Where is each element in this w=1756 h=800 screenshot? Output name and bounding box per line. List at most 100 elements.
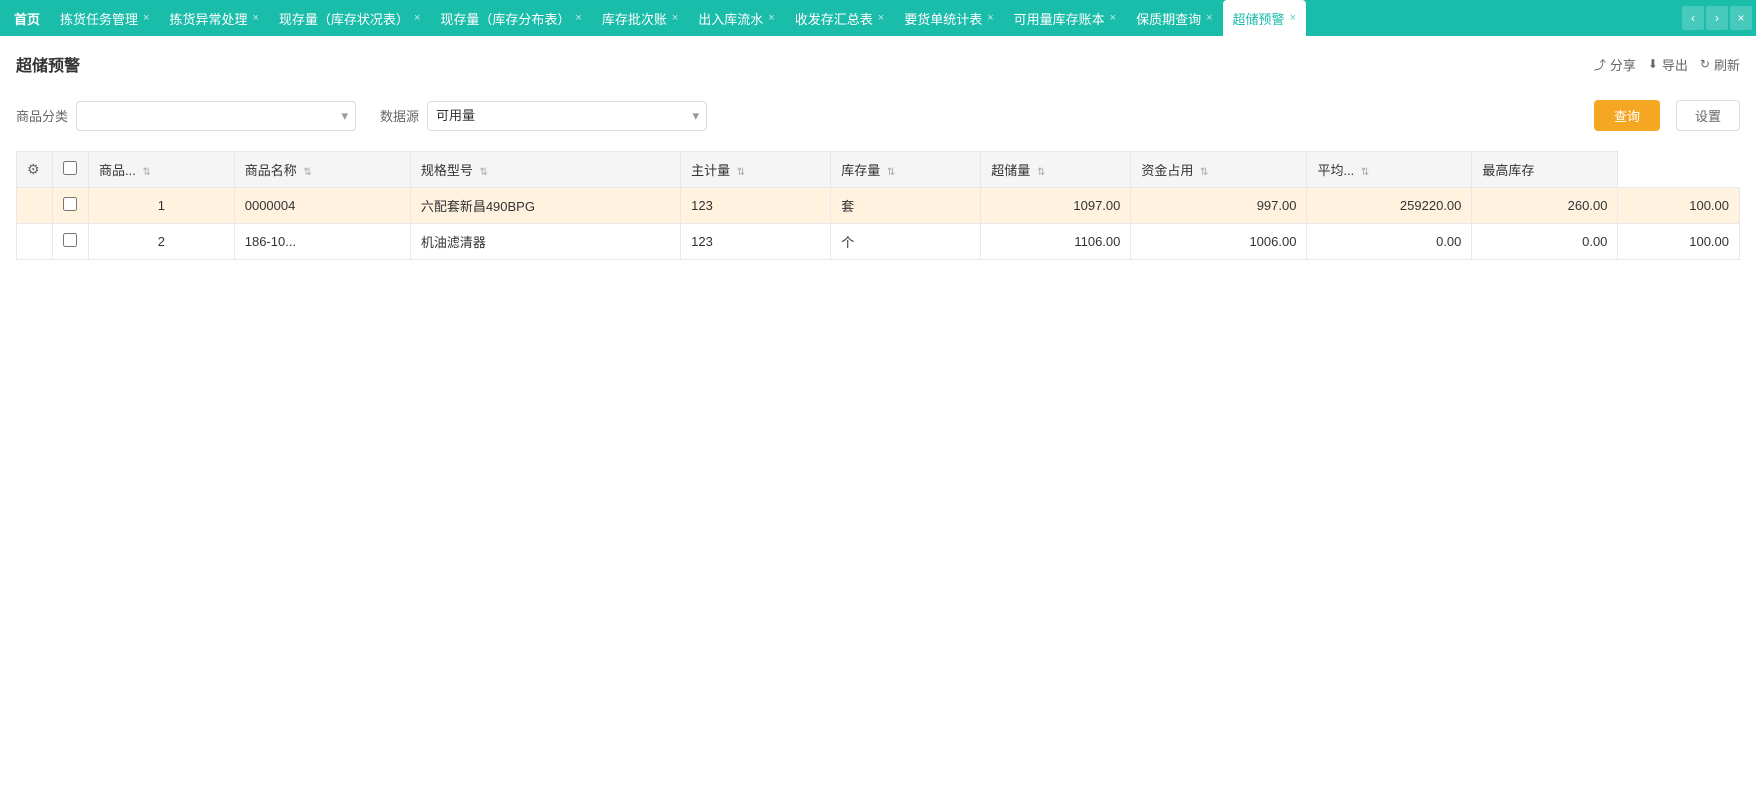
- export-label: 导出: [1662, 55, 1688, 74]
- th-product-name[interactable]: 商品名称 ⇅: [234, 152, 410, 188]
- nav-expiry[interactable]: 保质期查询 ×: [1126, 0, 1222, 36]
- td-settings[interactable]: [17, 188, 53, 224]
- nav-summary[interactable]: 收发存汇总表 ×: [785, 0, 894, 36]
- th-settings[interactable]: ⚙: [17, 152, 53, 188]
- th-max-stock-label: 最高库存: [1482, 163, 1534, 178]
- th-capital[interactable]: 资金占用 ⇅: [1131, 152, 1307, 188]
- td-capital: 0.00: [1307, 224, 1472, 260]
- nav-home[interactable]: 首页: [4, 0, 50, 36]
- th-stock-qty-label: 库存量: [841, 163, 880, 178]
- th-product-code[interactable]: 商品... ⇅: [89, 152, 235, 188]
- td-avg: 0.00: [1472, 224, 1618, 260]
- nav-exception[interactable]: 拣货异常处理 ×: [159, 0, 268, 36]
- close-overstock-icon[interactable]: ×: [1290, 12, 1296, 24]
- nav-prev-button[interactable]: ‹: [1682, 6, 1704, 30]
- settings-button[interactable]: 设置: [1676, 100, 1740, 131]
- share-button[interactable]: ⤴ 分享: [1594, 55, 1636, 74]
- td-spec: 123: [681, 188, 831, 224]
- nav-flow[interactable]: 出入库流水 ×: [688, 0, 784, 36]
- nav-order-stats[interactable]: 要货单统计表 ×: [894, 0, 1003, 36]
- share-icon: ⤴: [1594, 56, 1606, 73]
- action-buttons: 查询 设置: [1594, 100, 1740, 131]
- datasource-select[interactable]: 可用量: [427, 101, 707, 131]
- td-unit: 个: [831, 224, 981, 260]
- nav-stock-status-label: 现存量（库存状况表）: [279, 9, 409, 28]
- export-button[interactable]: ⬇ 导出: [1648, 55, 1688, 74]
- nav-arrows: ‹ › ×: [1682, 6, 1752, 30]
- th-spec-label: 规格型号: [421, 163, 473, 178]
- td-stock-qty: 1106.00: [981, 224, 1131, 260]
- refresh-label: 刷新: [1714, 55, 1740, 74]
- nav-expiry-label: 保质期查询: [1136, 9, 1201, 28]
- table-header: ⚙ 商品... ⇅ 商品名称 ⇅ 规格型号 ⇅ 主计量: [17, 152, 1740, 188]
- th-overstock-qty[interactable]: 超储量 ⇅: [981, 152, 1131, 188]
- td-product-name: 机油滤清器: [410, 224, 680, 260]
- datasource-label: 数据源: [380, 106, 419, 125]
- datasource-filter: 数据源 可用量: [380, 101, 707, 131]
- header-actions: ⤴ 分享 ⬇ 导出 ↻ 刷新: [1594, 55, 1740, 74]
- th-unit-label: 主计量: [691, 163, 730, 178]
- nav-avail[interactable]: 可用量库存账本 ×: [1004, 0, 1126, 36]
- nav-batch[interactable]: 库存批次账 ×: [592, 0, 688, 36]
- close-expiry-icon[interactable]: ×: [1206, 12, 1212, 24]
- close-stock-dist-icon[interactable]: ×: [575, 12, 581, 24]
- td-checkbox[interactable]: [53, 188, 89, 224]
- close-task-mgmt-icon[interactable]: ×: [143, 12, 149, 24]
- category-label: 商品分类: [16, 106, 68, 125]
- filter-row: 商品分类 数据源 可用量 查询 设置: [16, 92, 1740, 139]
- export-icon: ⬇: [1648, 57, 1658, 71]
- query-button[interactable]: 查询: [1594, 100, 1660, 131]
- row-checkbox[interactable]: [63, 233, 77, 247]
- td-avg: 260.00: [1472, 188, 1618, 224]
- close-exception-icon[interactable]: ×: [252, 12, 258, 24]
- nav-task-mgmt[interactable]: 拣货任务管理 ×: [50, 0, 159, 36]
- nav-stock-dist[interactable]: 现存量（库存分布表） ×: [430, 0, 591, 36]
- close-stock-status-icon[interactable]: ×: [414, 12, 420, 24]
- sort-spec-icon: ⇅: [479, 167, 487, 178]
- category-select[interactable]: [76, 101, 356, 131]
- close-flow-icon[interactable]: ×: [768, 12, 774, 24]
- nav-home-label: 首页: [14, 9, 40, 28]
- th-product-code-label: 商品...: [99, 163, 136, 178]
- th-avg[interactable]: 平均... ⇅: [1307, 152, 1472, 188]
- close-summary-icon[interactable]: ×: [878, 12, 884, 24]
- th-spec[interactable]: 规格型号 ⇅: [410, 152, 680, 188]
- sort-unit-icon: ⇅: [737, 167, 745, 178]
- th-stock-qty[interactable]: 库存量 ⇅: [831, 152, 981, 188]
- th-max-stock[interactable]: 最高库存: [1472, 152, 1618, 188]
- td-capital: 259220.00: [1307, 188, 1472, 224]
- data-table: ⚙ 商品... ⇅ 商品名称 ⇅ 规格型号 ⇅ 主计量: [16, 151, 1740, 260]
- th-checkbox[interactable]: [53, 152, 89, 188]
- close-batch-icon[interactable]: ×: [672, 12, 678, 24]
- sort-product-code-icon: ⇅: [142, 167, 150, 178]
- td-checkbox[interactable]: [53, 224, 89, 260]
- refresh-button[interactable]: ↻ 刷新: [1700, 55, 1740, 74]
- sort-overstock-qty-icon: ⇅: [1037, 167, 1045, 178]
- th-unit[interactable]: 主计量 ⇅: [681, 152, 831, 188]
- nav-order-stats-label: 要货单统计表: [904, 9, 982, 28]
- row-checkbox[interactable]: [63, 197, 77, 211]
- th-avg-label: 平均...: [1317, 163, 1354, 178]
- close-order-stats-icon[interactable]: ×: [987, 12, 993, 24]
- nav-overstock[interactable]: 超储预警 ×: [1223, 0, 1306, 36]
- nav-close-all-button[interactable]: ×: [1730, 6, 1752, 30]
- sort-stock-qty-icon: ⇅: [887, 167, 895, 178]
- datasource-select-wrapper: 可用量: [427, 101, 707, 131]
- sort-capital-icon: ⇅: [1200, 167, 1208, 178]
- share-label: 分享: [1610, 55, 1636, 74]
- refresh-icon: ↻: [1700, 57, 1710, 71]
- close-avail-icon[interactable]: ×: [1110, 12, 1116, 24]
- nav-avail-label: 可用量库存账本: [1014, 9, 1105, 28]
- td-settings[interactable]: [17, 224, 53, 260]
- nav-task-mgmt-label: 拣货任务管理: [60, 9, 138, 28]
- td-overstock-qty: 1006.00: [1131, 224, 1307, 260]
- nav-overstock-label: 超储预警: [1233, 9, 1285, 28]
- table-row: 2186-10...机油滤清器123个1106.001006.000.000.0…: [17, 224, 1740, 260]
- nav-next-button[interactable]: ›: [1706, 6, 1728, 30]
- nav-stock-status[interactable]: 现存量（库存状况表） ×: [269, 0, 430, 36]
- td-max-stock: 100.00: [1618, 188, 1740, 224]
- sort-avg-icon: ⇅: [1361, 167, 1369, 178]
- select-all-checkbox[interactable]: [63, 161, 77, 175]
- td-num: 1: [89, 188, 235, 224]
- gear-icon[interactable]: ⚙: [27, 161, 40, 177]
